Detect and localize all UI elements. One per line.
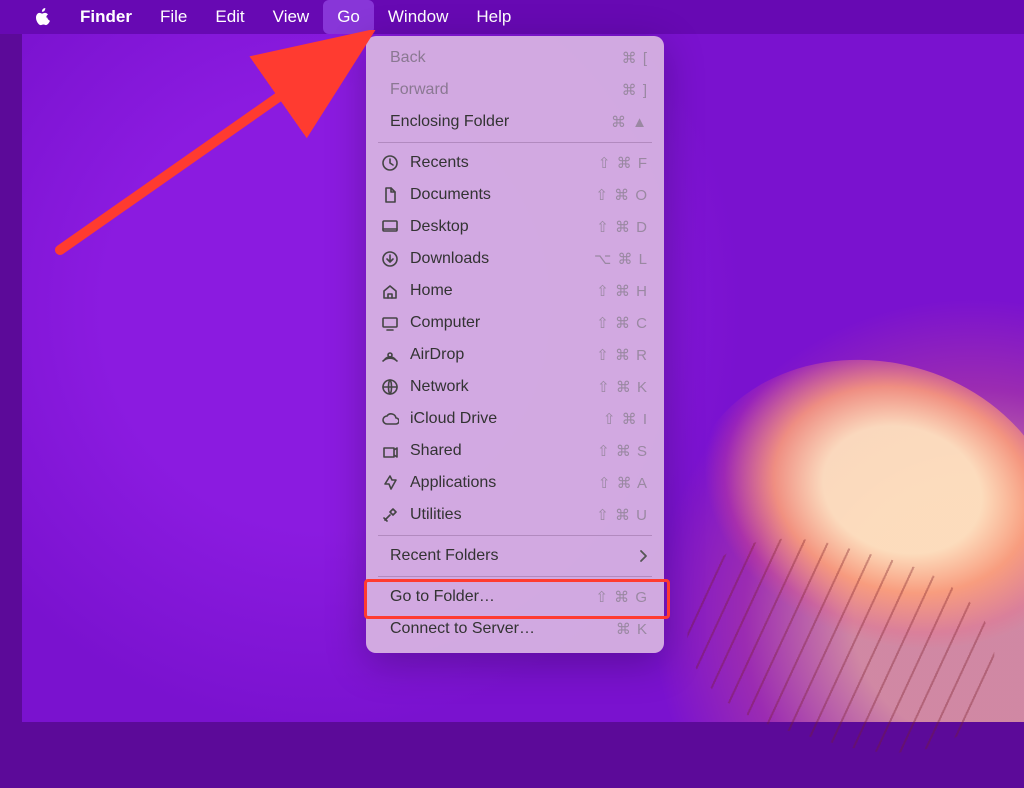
menu-item-label: Back [390, 49, 612, 67]
menu-item-shortcut: ⇧ ⌘ F [598, 154, 648, 172]
apps-icon [380, 473, 400, 493]
apple-logo-icon [34, 7, 52, 27]
menu-item-label: Shared [410, 442, 587, 460]
menu-item-applications[interactable]: Applications ⇧ ⌘ A [366, 467, 664, 499]
menu-item-label: Downloads [410, 250, 584, 268]
menu-item-shortcut: ⌘ [ [622, 49, 648, 67]
shared-icon [380, 441, 400, 461]
menu-item-label: Forward [390, 81, 612, 99]
menu-item-icloud-drive[interactable]: iCloud Drive ⇧ ⌘ I [366, 403, 664, 435]
menu-item-recent-folders[interactable]: Recent Folders [366, 540, 664, 572]
menu-item-label: Network [410, 378, 587, 396]
menu-separator [378, 535, 652, 536]
menu-item-airdrop[interactable]: AirDrop ⇧ ⌘ R [366, 339, 664, 371]
menu-item-desktop[interactable]: Desktop ⇧ ⌘ D [366, 211, 664, 243]
menubar-item-window[interactable]: Window [374, 0, 462, 34]
menu-item-shortcut: ⇧ ⌘ U [596, 506, 648, 524]
menu-item-shortcut: ⌘ ] [622, 81, 648, 99]
menu-item-label: Desktop [410, 218, 586, 236]
menu-item-label: Documents [410, 186, 585, 204]
menu-item-connect-to-server[interactable]: Connect to Server… ⌘ K [366, 613, 664, 645]
download-icon [380, 249, 400, 269]
menu-item-label: iCloud Drive [410, 410, 593, 428]
wallpaper-jellyfish [649, 318, 1024, 725]
menu-item-network[interactable]: Network ⇧ ⌘ K [366, 371, 664, 403]
network-icon [380, 377, 400, 397]
menu-item-shortcut: ⇧ ⌘ D [596, 218, 648, 236]
document-icon [380, 185, 400, 205]
menu-item-label: Go to Folder… [390, 588, 585, 606]
computer-icon [380, 313, 400, 333]
menubar-item-go[interactable]: Go [323, 0, 374, 34]
menu-item-shortcut: ⇧ ⌘ I [603, 410, 648, 428]
cloud-icon [380, 409, 400, 429]
menu-item-documents[interactable]: Documents ⇧ ⌘ O [366, 179, 664, 211]
menu-item-label: Enclosing Folder [390, 113, 601, 131]
menu-item-label: Applications [410, 474, 588, 492]
menu-item-utilities[interactable]: Utilities ⇧ ⌘ U [366, 499, 664, 531]
clock-icon [380, 153, 400, 173]
menu-item-recents[interactable]: Recents ⇧ ⌘ F [366, 147, 664, 179]
menu-item-shortcut: ⌘ ▲ [611, 113, 648, 131]
menu-item-computer[interactable]: Computer ⇧ ⌘ C [366, 307, 664, 339]
menubar-item-edit[interactable]: Edit [201, 0, 258, 34]
menu-item-shortcut: ⇧ ⌘ C [596, 314, 648, 332]
menubar-item-file[interactable]: File [146, 0, 201, 34]
menu-item-shortcut: ⇧ ⌘ R [596, 346, 648, 364]
menu-item-label: Utilities [410, 506, 586, 524]
go-menu-dropdown: Back ⌘ [ Forward ⌘ ] Enclosing Folder ⌘ ▲ Rece… [366, 36, 664, 653]
menu-item-back: Back ⌘ [ [366, 42, 664, 74]
menu-item-forward: Forward ⌘ ] [366, 74, 664, 106]
home-icon [380, 281, 400, 301]
menubar-item-help[interactable]: Help [462, 0, 525, 34]
menu-item-shortcut: ⇧ ⌘ S [597, 442, 648, 460]
menu-item-shared[interactable]: Shared ⇧ ⌘ S [366, 435, 664, 467]
menu-item-shortcut: ⇧ ⌘ G [595, 588, 648, 606]
menu-item-home[interactable]: Home ⇧ ⌘ H [366, 275, 664, 307]
menu-item-label: Recents [410, 154, 588, 172]
menu-item-label: Connect to Server… [390, 620, 606, 638]
desktop-icon [380, 217, 400, 237]
menu-item-shortcut: ⌥ ⌘ L [594, 250, 648, 268]
menubar-app-name[interactable]: Finder [66, 0, 146, 34]
menubar-item-view[interactable]: View [259, 0, 324, 34]
menu-item-label: Home [410, 282, 586, 300]
menu-separator [378, 142, 652, 143]
airdrop-icon [380, 345, 400, 365]
menu-item-go-to-folder[interactable]: Go to Folder… ⇧ ⌘ G [366, 581, 664, 613]
menu-item-enclosing-folder[interactable]: Enclosing Folder ⌘ ▲ [366, 106, 664, 138]
apple-menu[interactable] [20, 0, 66, 34]
menu-item-shortcut: ⇧ ⌘ A [598, 474, 648, 492]
menu-separator [378, 576, 652, 577]
menu-item-shortcut: ⇧ ⌘ H [596, 282, 648, 300]
menu-item-downloads[interactable]: Downloads ⌥ ⌘ L [366, 243, 664, 275]
menu-item-label: AirDrop [410, 346, 586, 364]
menu-item-label: Recent Folders [390, 547, 628, 565]
menu-item-label: Computer [410, 314, 586, 332]
chevron-right-icon [638, 549, 648, 563]
utilities-icon [380, 505, 400, 525]
menu-item-shortcut: ⇧ ⌘ O [595, 186, 648, 204]
menu-item-shortcut: ⌘ K [616, 620, 648, 638]
menu-item-shortcut: ⇧ ⌘ K [597, 378, 648, 396]
menubar: Finder FileEditViewGoWindowHelp [0, 0, 1024, 34]
